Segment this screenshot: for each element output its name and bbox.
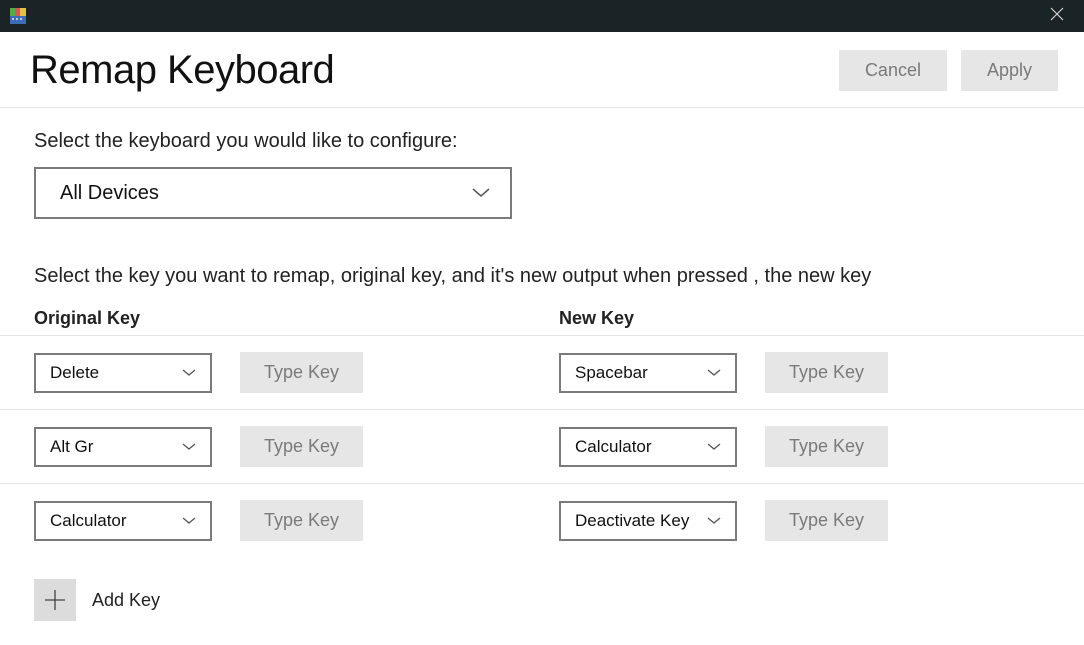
column-headers: Original Key New Key bbox=[34, 308, 1050, 335]
cell-new: Calculator Type Key bbox=[559, 426, 888, 467]
mapping-row: Alt Gr Type Key Calculator Type Key bbox=[0, 409, 1084, 483]
remap-description: Select the key you want to remap, origin… bbox=[34, 265, 1050, 288]
chevron-down-icon bbox=[705, 368, 723, 378]
new-key-value: Deactivate Key bbox=[575, 511, 689, 531]
device-instruction: Select the keyboard you would like to co… bbox=[34, 130, 1050, 153]
cell-original: Delete Type Key bbox=[34, 352, 559, 393]
mapping-row: Calculator Type Key Deactivate Key Type … bbox=[0, 483, 1084, 557]
chevron-down-icon bbox=[180, 442, 198, 452]
chevron-down-icon bbox=[472, 188, 490, 198]
original-key-select[interactable]: Delete bbox=[34, 353, 212, 393]
cell-new: Deactivate Key Type Key bbox=[559, 500, 888, 541]
add-key-row: Add Key bbox=[34, 557, 1050, 621]
app-icon bbox=[10, 8, 26, 24]
chevron-down-icon bbox=[705, 516, 723, 526]
header: Remap Keyboard Cancel Apply bbox=[0, 32, 1084, 108]
original-key-value: Calculator bbox=[50, 511, 127, 531]
device-select[interactable]: All Devices bbox=[34, 167, 512, 219]
new-key-select[interactable]: Calculator bbox=[559, 427, 737, 467]
device-select-value: All Devices bbox=[60, 182, 159, 205]
close-button[interactable] bbox=[1042, 3, 1072, 30]
col-header-original: Original Key bbox=[34, 308, 559, 329]
titlebar bbox=[0, 0, 1084, 32]
col-header-new: New Key bbox=[559, 308, 1050, 329]
chevron-down-icon bbox=[705, 442, 723, 452]
plus-icon bbox=[44, 589, 66, 611]
header-buttons: Cancel Apply bbox=[839, 50, 1058, 91]
chevron-down-icon bbox=[180, 516, 198, 526]
mapping-row: Delete Type Key Spacebar Type Key bbox=[0, 335, 1084, 409]
original-key-select[interactable]: Alt Gr bbox=[34, 427, 212, 467]
chevron-down-icon bbox=[180, 368, 198, 378]
new-key-value: Spacebar bbox=[575, 363, 648, 383]
type-key-button[interactable]: Type Key bbox=[240, 500, 363, 541]
type-key-button[interactable]: Type Key bbox=[765, 426, 888, 467]
new-key-value: Calculator bbox=[575, 437, 652, 457]
type-key-button[interactable]: Type Key bbox=[240, 426, 363, 467]
type-key-button[interactable]: Type Key bbox=[765, 500, 888, 541]
add-key-label: Add Key bbox=[92, 590, 160, 611]
type-key-button[interactable]: Type Key bbox=[240, 352, 363, 393]
cell-original: Calculator Type Key bbox=[34, 500, 559, 541]
content: Select the keyboard you would like to co… bbox=[0, 108, 1084, 621]
apply-button[interactable]: Apply bbox=[961, 50, 1058, 91]
original-key-value: Delete bbox=[50, 363, 99, 383]
cell-original: Alt Gr Type Key bbox=[34, 426, 559, 467]
original-key-value: Alt Gr bbox=[50, 437, 93, 457]
type-key-button[interactable]: Type Key bbox=[765, 352, 888, 393]
cancel-button[interactable]: Cancel bbox=[839, 50, 947, 91]
cell-new: Spacebar Type Key bbox=[559, 352, 888, 393]
original-key-select[interactable]: Calculator bbox=[34, 501, 212, 541]
new-key-select[interactable]: Deactivate Key bbox=[559, 501, 737, 541]
add-key-button[interactable] bbox=[34, 579, 76, 621]
page-title: Remap Keyboard bbox=[30, 48, 334, 93]
new-key-select[interactable]: Spacebar bbox=[559, 353, 737, 393]
